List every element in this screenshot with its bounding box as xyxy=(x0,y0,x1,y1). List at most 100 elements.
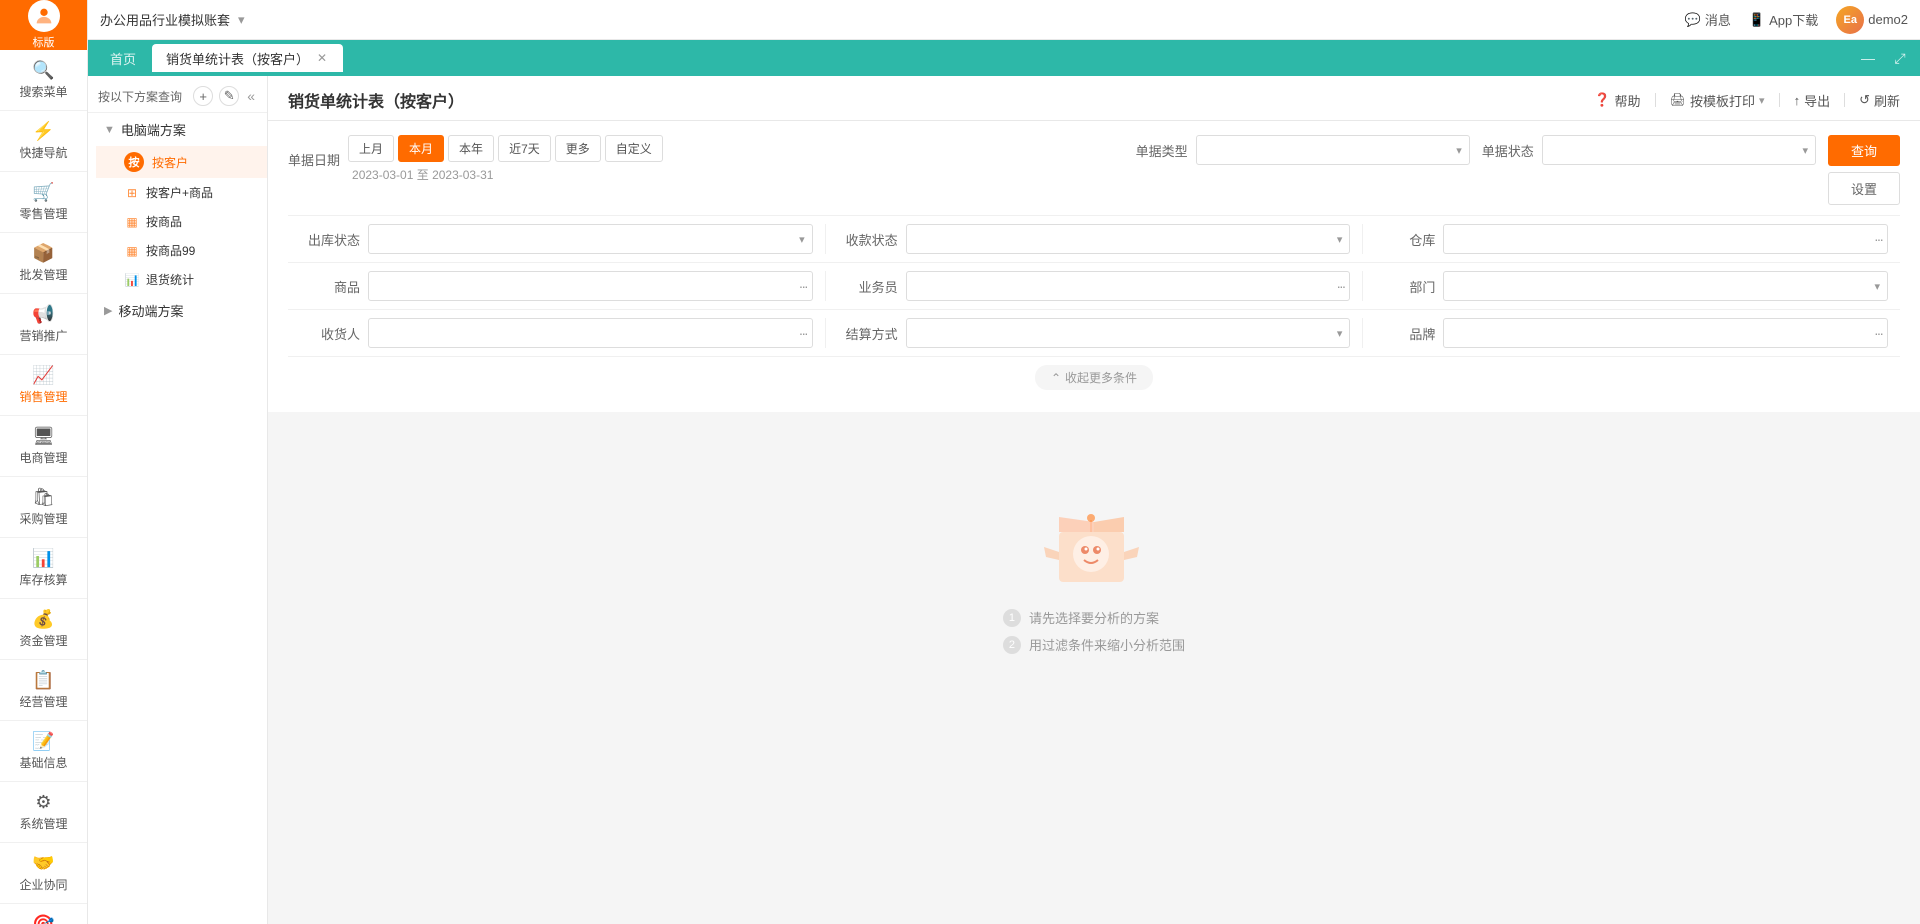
desktop-section-header[interactable]: ▼ 电脑端方案 xyxy=(88,113,267,146)
collapse-panel-btn[interactable]: « xyxy=(245,86,257,106)
mobile-expand-icon: ▶ xyxy=(104,304,112,317)
warehouse-input[interactable] xyxy=(1443,224,1888,254)
department-select[interactable] xyxy=(1443,271,1888,301)
tip-text-2: 用过滤条件来缩小分析范围 xyxy=(1029,635,1185,654)
ecommerce-icon: 🖥 xyxy=(4,426,83,447)
sidebar-item-onboarding[interactable]: 🎯 新手引导 xyxy=(0,904,87,924)
tree-leaf-by-product[interactable]: ▦ 按商品 xyxy=(96,207,267,236)
message-action[interactable]: 💬 消息 xyxy=(1685,10,1731,29)
tab-minimize-btn[interactable]: — xyxy=(1856,46,1880,70)
out-status-label: 出库状态 xyxy=(300,230,360,249)
page-title: 销货单统计表（按客户） xyxy=(288,88,464,112)
edit-scheme-btn[interactable]: ✎ xyxy=(219,86,239,106)
leaf-table2-icon: ▦ xyxy=(124,243,140,259)
app-title: 办公用品行业模拟账套 xyxy=(100,10,230,29)
sidebar-item-search-menu[interactable]: 🔍 搜索菜单 xyxy=(0,50,87,111)
sidebar-item-finance[interactable]: 💰 资金管理 xyxy=(0,599,87,660)
main-area: 办公用品行业模拟账套 ▾ 💬 消息 📱 App下载 Ea demo2 首页 xyxy=(88,0,1920,924)
add-scheme-btn[interactable]: + xyxy=(193,86,213,106)
help-label: 帮助 xyxy=(1614,91,1640,110)
mobile-section-header[interactable]: ▶ 移动端方案 xyxy=(88,294,267,327)
settings-btn[interactable]: 设置 xyxy=(1828,172,1900,205)
payment-status-select[interactable] xyxy=(906,224,1351,254)
salesperson-input[interactable] xyxy=(906,271,1351,301)
sidebar-item-system-mgmt[interactable]: ⚙ 系统管理 xyxy=(0,782,87,843)
logo-icon xyxy=(28,0,60,32)
marketing-icon: 📢 xyxy=(4,304,83,325)
collapse-more-label: 收起更多条件 xyxy=(1065,369,1137,386)
warehouse-label: 仓库 xyxy=(1375,230,1435,249)
tip-text-1: 请先选择要分析的方案 xyxy=(1029,608,1159,627)
out-status-select[interactable] xyxy=(368,224,813,254)
date-btn-more[interactable]: 更多 xyxy=(555,135,601,162)
sidebar-item-marketing[interactable]: 📢 营销推广 xyxy=(0,294,87,355)
sidebar-item-label: 销售管理 xyxy=(4,388,83,405)
tab-sales-stats[interactable]: 销货单统计表（按客户） ✕ xyxy=(152,44,343,72)
print-btn[interactable]: 🖨 按模板打印 ▾ xyxy=(1670,91,1765,110)
sidebar-item-purchase-mgmt[interactable]: 🛍 采购管理 xyxy=(0,477,87,538)
refresh-btn[interactable]: ↺ 刷新 xyxy=(1859,91,1900,110)
payment-method-select[interactable] xyxy=(906,318,1351,348)
empty-state: 1 请先选择要分析的方案 2 用过滤条件来缩小分析范围 xyxy=(268,412,1920,734)
leaf-chart-icon: 📊 xyxy=(124,272,140,288)
salesperson-dots-btn[interactable]: ··· xyxy=(1336,278,1344,294)
receiver-input[interactable] xyxy=(368,318,813,348)
query-btn[interactable]: 查询 xyxy=(1828,135,1900,166)
brand-dots-btn[interactable]: ··· xyxy=(1874,325,1882,341)
sidebar-item-wholesale-mgmt[interactable]: 📦 批发管理 xyxy=(0,233,87,294)
date-btn-this-year[interactable]: 本年 xyxy=(448,135,494,162)
user-profile[interactable]: Ea demo2 xyxy=(1836,6,1908,34)
date-btn-last-7-days[interactable]: 近7天 xyxy=(498,135,551,162)
date-btn-custom[interactable]: 自定义 xyxy=(605,135,663,162)
refresh-icon: ↺ xyxy=(1859,92,1870,108)
product-input[interactable] xyxy=(368,271,813,301)
sidebar-item-basic-info[interactable]: 📝 基础信息 xyxy=(0,721,87,782)
date-btn-this-month[interactable]: 本月 xyxy=(398,135,444,162)
collapse-more-btn[interactable]: ⌃ 收起更多条件 xyxy=(1035,365,1153,390)
tree-leaf-by-customer-product[interactable]: ⊞ 按客户+商品 xyxy=(96,178,267,207)
warehouse-dots-btn[interactable]: ··· xyxy=(1874,231,1882,247)
sidebar-item-quick-nav[interactable]: ⚡ 快捷导航 xyxy=(0,111,87,172)
finance-icon: 💰 xyxy=(4,609,83,630)
tree-leaf-by-product-99[interactable]: ▦ 按商品99 xyxy=(96,236,267,265)
retail-icon: 🛒 xyxy=(4,182,83,203)
app-download-action[interactable]: 📱 App下载 xyxy=(1749,10,1818,29)
leaf-table-icon: ▦ xyxy=(124,214,140,230)
help-btn[interactable]: ❓ 帮助 xyxy=(1594,91,1640,110)
tab-home[interactable]: 首页 xyxy=(96,44,150,72)
date-btn-last-month[interactable]: 上月 xyxy=(348,135,394,162)
sidebar-item-label: 库存核算 xyxy=(4,571,83,588)
app-title-dropdown[interactable]: ▾ xyxy=(238,12,245,28)
leaf-label: 按客户 xyxy=(152,154,188,171)
desktop-section-children: 按 按客户 ⊞ 按客户+商品 ▦ 按商品 ▦ 按商品99 xyxy=(88,146,267,294)
sidebar-item-enterprise[interactable]: 🤝 企业协同 xyxy=(0,843,87,904)
sidebar-item-retail-mgmt[interactable]: 🛒 零售管理 xyxy=(0,172,87,233)
left-panel: 按以下方案查询 + ✎ « ▼ 电脑端方案 按 按客户 xyxy=(88,76,268,924)
basic-info-icon: 📝 xyxy=(4,731,83,752)
brand-input[interactable] xyxy=(1443,318,1888,348)
doc-type-label: 单据类型 xyxy=(1136,141,1188,160)
receiver-dots-btn[interactable]: ··· xyxy=(799,325,807,341)
sidebar-item-inventory[interactable]: 📊 库存核算 xyxy=(0,538,87,599)
sidebar-item-ecommerce[interactable]: 🖥 电商管理 xyxy=(0,416,87,477)
tab-expand-btn[interactable]: ⤢ xyxy=(1888,46,1912,70)
tree-leaf-by-customer[interactable]: 按 按客户 xyxy=(96,146,267,178)
sidebar: 标版 🔍 搜索菜单 ⚡ 快捷导航 🛒 零售管理 📦 批发管理 📢 营销推广 📈 … xyxy=(0,0,88,924)
inventory-icon: 📊 xyxy=(4,548,83,569)
tab-sales-stats-label: 销货单统计表（按客户） xyxy=(166,49,309,68)
empty-tips: 1 请先选择要分析的方案 2 用过滤条件来缩小分析范围 xyxy=(1003,608,1185,654)
sidebar-item-label: 快捷导航 xyxy=(4,144,83,161)
tree-leaf-return-stats[interactable]: 📊 退货统计 xyxy=(96,265,267,294)
doc-status-select[interactable] xyxy=(1542,135,1816,165)
doc-type-select[interactable] xyxy=(1196,135,1470,165)
sidebar-item-label: 资金管理 xyxy=(4,632,83,649)
product-dots-btn[interactable]: ··· xyxy=(799,278,807,294)
export-btn[interactable]: ↑ 导出 xyxy=(1794,91,1831,110)
topbar-right: 💬 消息 📱 App下载 Ea demo2 xyxy=(1685,6,1908,34)
sidebar-item-operations[interactable]: 📋 经营管理 xyxy=(0,660,87,721)
leaf-label: 退货统计 xyxy=(146,271,194,288)
tabbar: 首页 销货单统计表（按客户） ✕ — ⤢ xyxy=(88,40,1920,76)
tab-close-icon[interactable]: ✕ xyxy=(315,51,329,65)
sidebar-item-sales-mgmt[interactable]: 📈 销售管理 xyxy=(0,355,87,416)
message-icon: 💬 xyxy=(1685,12,1701,28)
